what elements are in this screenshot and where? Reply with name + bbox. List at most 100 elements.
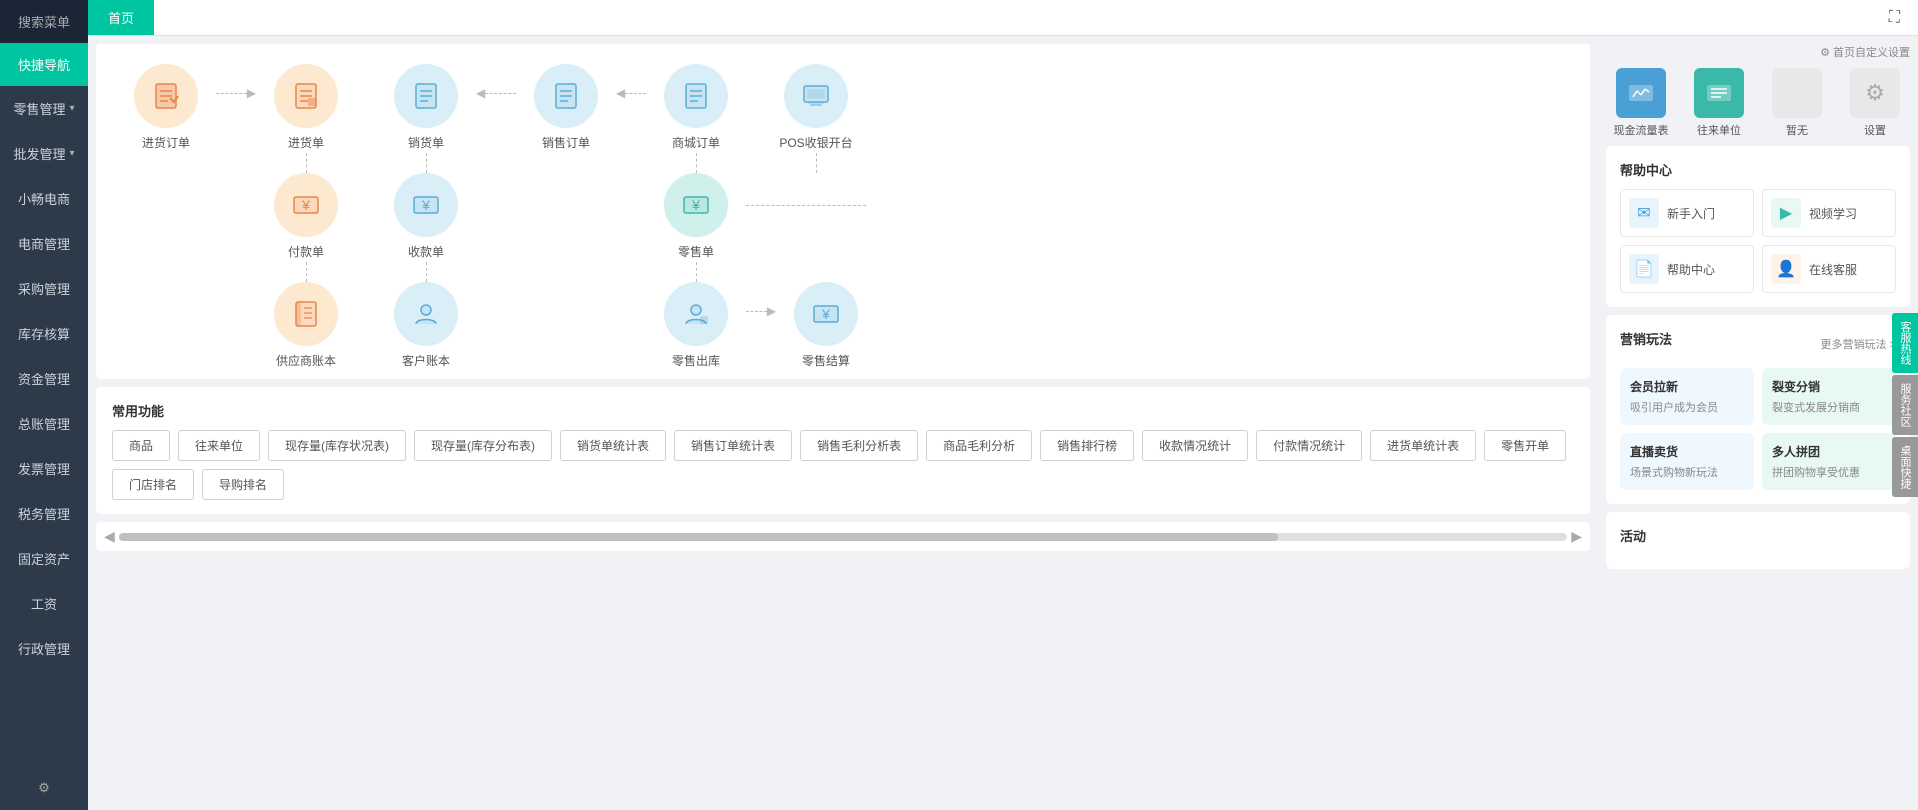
marketing-item-live[interactable]: 直播卖货 场景式购物新玩法 bbox=[1620, 433, 1754, 490]
func-btn-sales-stat[interactable]: 销货单统计表 bbox=[560, 430, 666, 461]
sales-order-icon bbox=[534, 64, 598, 128]
marketing-title-row: 营销玩法 更多营销玩法 > bbox=[1620, 329, 1896, 358]
shortcut-label: 设置 bbox=[1864, 122, 1886, 138]
marketing-item-desc: 吸引用户成为会员 bbox=[1630, 399, 1744, 415]
func-btn-receipt-stat[interactable]: 收款情况统计 bbox=[1142, 430, 1248, 461]
sidebar-item-inventory[interactable]: 库存核算 bbox=[0, 311, 88, 356]
scroll-track[interactable] bbox=[119, 533, 1567, 541]
sidebar-item-ecom-small[interactable]: 小畅电商 bbox=[0, 176, 88, 221]
func-btn-profit-analysis[interactable]: 销售毛利分析表 bbox=[800, 430, 918, 461]
shortcuts-grid: 现金流量表 往来单位 暂无 bbox=[1606, 68, 1910, 138]
chevron-down-icon: ▾ bbox=[69, 148, 74, 159]
func-btn-inventory2[interactable]: 现存量(库存分布表) bbox=[414, 430, 552, 461]
help-item-label: 视频学习 bbox=[1809, 205, 1857, 222]
sidebar-item-assets[interactable]: 固定资产 bbox=[0, 536, 88, 581]
sidebar-item-invoice[interactable]: 发票管理 bbox=[0, 446, 88, 491]
chevron-down-icon: ▾ bbox=[69, 103, 74, 114]
wf-label: 销货单 bbox=[408, 134, 444, 151]
sidebar-search[interactable]: 搜索菜单 bbox=[0, 0, 88, 43]
marketing-grid: 会员拉新 吸引用户成为会员 裂变分销 裂变式发展分销商 直播卖货 场景式购物新玩… bbox=[1620, 368, 1896, 490]
wf-label: 零售单 bbox=[678, 243, 714, 260]
wf-label: 客户账本 bbox=[402, 352, 450, 369]
func-btn-inventory1[interactable]: 现存量(库存状况表) bbox=[268, 430, 406, 461]
wf-node-sales-order[interactable]: 销售订单 bbox=[516, 64, 616, 151]
func-btn-store-rank[interactable]: 门店排名 bbox=[112, 469, 194, 500]
sidebar-item-tax[interactable]: 税务管理 bbox=[0, 491, 88, 536]
wf-label: 零售出库 bbox=[672, 352, 720, 369]
marketing-item-fission[interactable]: 裂变分销 裂变式发展分销商 bbox=[1762, 368, 1896, 425]
shortcut-label: 现金流量表 bbox=[1614, 122, 1669, 138]
shortcut-cashflow[interactable]: 现金流量表 bbox=[1606, 68, 1676, 138]
func-btn-sales-rank[interactable]: 销售排行榜 bbox=[1040, 430, 1134, 461]
wf-node-retail[interactable]: ¥ 零售单 bbox=[646, 173, 746, 260]
sidebar-quick-nav[interactable]: 快捷导航 bbox=[0, 43, 88, 86]
sidebar-item-admin[interactable]: 行政管理 bbox=[0, 626, 88, 671]
help-item-beginner[interactable]: ✉ 新手入门 bbox=[1620, 189, 1754, 237]
wf-node-retail-out[interactable]: 零售出库 bbox=[646, 282, 746, 369]
func-btn-product[interactable]: 商品 bbox=[112, 430, 170, 461]
sidebar-item-payroll[interactable]: 工资 bbox=[0, 581, 88, 626]
marketing-title: 营销玩法 bbox=[1620, 329, 1672, 348]
help-item-service[interactable]: 👤 在线客服 bbox=[1762, 245, 1896, 293]
main-area: 首页 ⛶ bbox=[88, 0, 1918, 810]
retail-out-icon bbox=[664, 282, 728, 346]
marketing-more-link[interactable]: 更多营销玩法 > bbox=[1821, 336, 1896, 352]
customize-settings-row: ⚙ 首页自定义设置 bbox=[1606, 44, 1910, 60]
wf-node-payment[interactable]: ¥ 付款单 bbox=[256, 173, 356, 260]
wf-label: 进货订单 bbox=[142, 134, 190, 151]
wf-node-purchase[interactable]: 进货单 bbox=[256, 64, 356, 151]
customer-book-icon bbox=[394, 282, 458, 346]
gear-icon: ⚙ bbox=[38, 780, 50, 795]
tab-bar-right: ⛶ bbox=[1881, 0, 1918, 35]
wf-label: POS收银开台 bbox=[779, 134, 852, 151]
sidebar-item-ledger[interactable]: 总账管理 bbox=[0, 401, 88, 446]
func-btn-guide-rank[interactable]: 导购排名 bbox=[202, 469, 284, 500]
sidebar-item-wholesale[interactable]: 批发管理 ▾ bbox=[0, 131, 88, 176]
help-center-title: 帮助中心 bbox=[1620, 160, 1896, 179]
marketing-item-member[interactable]: 会员拉新 吸引用户成为会员 bbox=[1620, 368, 1754, 425]
sidebar-item-ecom-mgmt[interactable]: 电商管理 bbox=[0, 221, 88, 266]
wf-node-purchase-order[interactable]: 进货订单 bbox=[116, 64, 216, 151]
fullscreen-button[interactable]: ⛶ bbox=[1881, 9, 1908, 27]
wf-node-pos[interactable]: POS收银开台 bbox=[766, 64, 866, 151]
wf-node-customer-book[interactable]: 客户账本 bbox=[376, 282, 476, 369]
sidebar-item-finance[interactable]: 资金管理 bbox=[0, 356, 88, 401]
retail-settle-icon: ¥ bbox=[794, 282, 858, 346]
func-buttons-container: 商品 往来单位 现存量(库存状况表) 现存量(库存分布表) 销货单统计表 销售订… bbox=[112, 430, 1574, 500]
doc-icon: 📄 bbox=[1629, 254, 1659, 284]
func-btn-contact[interactable]: 往来单位 bbox=[178, 430, 260, 461]
help-item-help[interactable]: 📄 帮助中心 bbox=[1620, 245, 1754, 293]
func-btn-payment-stat[interactable]: 付款情况统计 bbox=[1256, 430, 1362, 461]
sidebar-item-retail[interactable]: 零售管理 ▾ bbox=[0, 86, 88, 131]
play-icon: ▶ bbox=[1771, 198, 1801, 228]
func-btn-product-profit[interactable]: 商品毛利分析 bbox=[926, 430, 1032, 461]
sidebar-settings[interactable]: ⚙ bbox=[0, 766, 88, 810]
marketing-item-group[interactable]: 多人拼团 拼团购物享受优惠 bbox=[1762, 433, 1896, 490]
func-btn-retail-order[interactable]: 零售开单 bbox=[1484, 430, 1566, 461]
wf-label: 销售订单 bbox=[542, 134, 590, 151]
wf-node-retail-settle[interactable]: ¥ 零售结算 bbox=[776, 282, 876, 369]
tab-home[interactable]: 首页 bbox=[88, 0, 154, 35]
shortcut-none[interactable]: 暂无 bbox=[1762, 68, 1832, 138]
wf-node-mall-order[interactable]: 商城订单 bbox=[646, 64, 746, 151]
float-btn-service[interactable]: 客服热线 bbox=[1892, 313, 1918, 373]
func-btn-purchase-stat[interactable]: 进货单统计表 bbox=[1370, 430, 1476, 461]
common-func-title: 常用功能 bbox=[112, 401, 1574, 420]
marketing-item-desc: 裂变式发展分销商 bbox=[1772, 399, 1886, 415]
func-btn-sales-order-stat[interactable]: 销售订单统计表 bbox=[674, 430, 792, 461]
float-btn-community[interactable]: 服务社区 bbox=[1892, 375, 1918, 435]
wf-node-receipt[interactable]: ¥ 收款单 bbox=[376, 173, 476, 260]
user-icon: 👤 bbox=[1771, 254, 1801, 284]
shortcut-settings[interactable]: ⚙ 设置 bbox=[1840, 68, 1910, 138]
float-btn-desktop[interactable]: 桌面快捷 bbox=[1892, 437, 1918, 497]
scroll-right-arrow[interactable]: ▶ bbox=[1571, 528, 1582, 545]
scroll-left-arrow[interactable]: ◀ bbox=[104, 528, 115, 545]
marketing-item-desc: 拼团购物享受优惠 bbox=[1772, 464, 1886, 480]
shortcut-contacts[interactable]: 往来单位 bbox=[1684, 68, 1754, 138]
sidebar-item-purchase[interactable]: 采购管理 bbox=[0, 266, 88, 311]
wf-node-sales[interactable]: 销货单 bbox=[376, 64, 476, 151]
right-panel: ⚙ 首页自定义设置 现金流量表 bbox=[1598, 36, 1918, 810]
help-item-video[interactable]: ▶ 视频学习 bbox=[1762, 189, 1896, 237]
customize-settings-link[interactable]: ⚙ 首页自定义设置 bbox=[1820, 47, 1910, 59]
wf-node-supplier-book[interactable]: 供应商账本 bbox=[256, 282, 356, 369]
